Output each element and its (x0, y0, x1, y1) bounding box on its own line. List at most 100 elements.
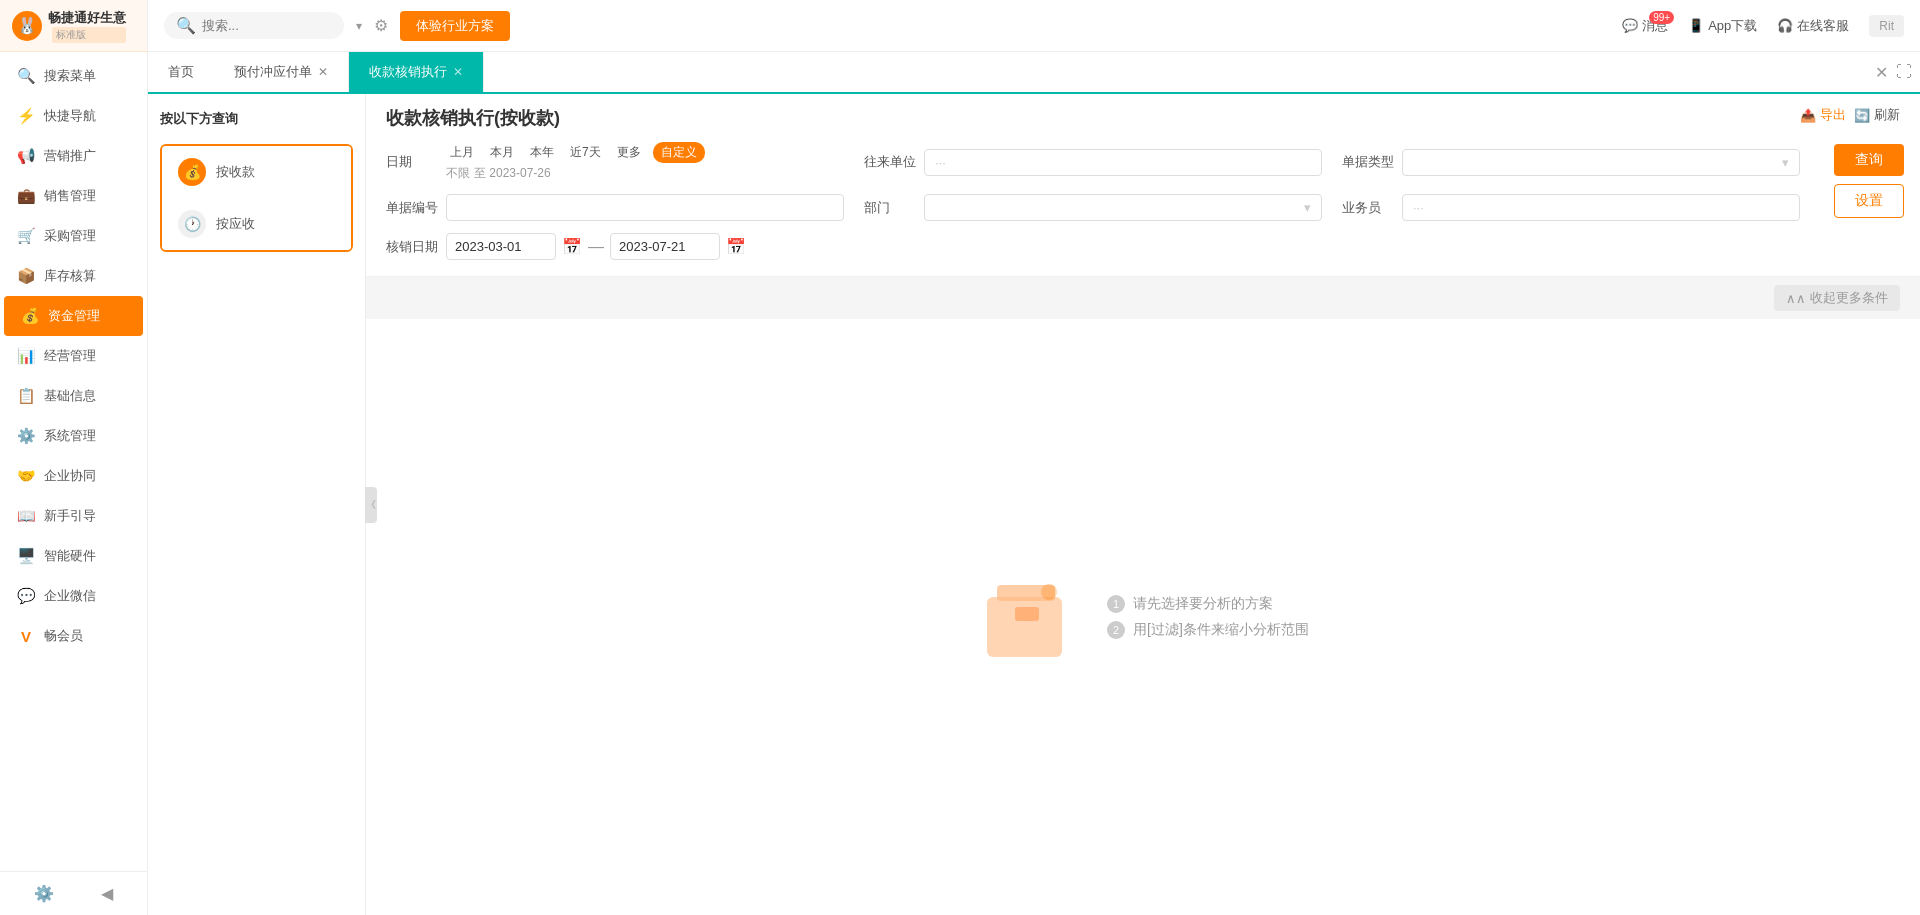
sidebar-item-shortcuts[interactable]: ⚡ 快捷导航 (0, 96, 147, 136)
empty-state: 1 请先选择要分析的方案 2 用[过滤]条件来缩小分析范围 (366, 319, 1920, 915)
app-label: App下载 (1708, 17, 1757, 35)
topbar-search-area[interactable]: 🔍 (164, 12, 344, 39)
member-icon: V (16, 626, 36, 646)
date-7days[interactable]: 近7天 (566, 142, 605, 163)
query-option-by-receivable[interactable]: 🕐 按应收 (162, 198, 351, 250)
sidebar-item-wechat[interactable]: 💬 企业微信 (0, 576, 147, 616)
online-service-button[interactable]: 🎧 在线客服 (1777, 17, 1849, 35)
topbar-chevron-icon[interactable]: ▾ (356, 19, 362, 33)
tab-prepay-label: 预付冲应付单 (234, 63, 312, 81)
calendar-from-icon[interactable]: 📅 (562, 237, 582, 256)
svg-rect-0 (987, 597, 1062, 657)
sidebar-item-search[interactable]: 🔍 搜索菜单 (0, 56, 147, 96)
date-this-year[interactable]: 本年 (526, 142, 558, 163)
right-action-col: 查询 设置 (1834, 144, 1904, 218)
sidebar-item-hardware-label: 智能硬件 (44, 547, 96, 565)
filter-docno-cell: 单据编号 (386, 194, 844, 221)
doctype-select[interactable]: ▾ (1402, 149, 1800, 176)
app-icon: 📱 (1688, 18, 1704, 33)
date-options: 上月 本月 本年 近7天 更多 自定义 (446, 142, 844, 163)
operations-icon: 📊 (16, 346, 36, 366)
filter-date-cell: 日期 上月 本月 本年 近7天 更多 自定义 不限 (386, 142, 844, 182)
sidebar-item-guide[interactable]: 📖 新手引导 (0, 496, 147, 536)
filter-dept-cell: 部门 ▾ (864, 194, 1322, 221)
sidebar-item-basics[interactable]: 📋 基础信息 (0, 376, 147, 416)
export-button[interactable]: 📤 导出 (1800, 106, 1846, 124)
tab-receivable[interactable]: 收款核销执行 ✕ (349, 52, 484, 92)
right-content: 收款核销执行(按收款) 📤 导出 🔄 刷新 日 (366, 94, 1920, 915)
logo-badge: 标准版 (52, 27, 126, 43)
sidebar-item-marketing-label: 营销推广 (44, 147, 96, 165)
filter-doctype-cell: 单据类型 ▾ (1342, 142, 1800, 182)
date-this-month[interactable]: 本月 (486, 142, 518, 163)
sidebar-item-finance-label: 资金管理 (48, 307, 100, 325)
empty-hint-2: 2 用[过滤]条件来缩小分析范围 (1107, 621, 1309, 639)
tab-home-label: 首页 (168, 63, 194, 81)
sidebar-item-inventory-label: 库存核算 (44, 267, 96, 285)
verify-date-to-input[interactable] (610, 233, 720, 260)
tab-home[interactable]: 首页 (148, 52, 214, 92)
search-icon: 🔍 (16, 66, 36, 86)
collapse-more-button[interactable]: ∧∧ 收起更多条件 (1774, 285, 1900, 311)
dept-select[interactable]: ▾ (924, 194, 1322, 221)
verify-date-range: 📅 — 📅 (446, 233, 844, 260)
date-custom[interactable]: 自定义 (653, 142, 705, 163)
date-no-limit: 不限 (446, 165, 470, 182)
tab-close-all-icon[interactable]: ✕ (1875, 63, 1888, 82)
marketing-icon: 📢 (16, 146, 36, 166)
solution-button[interactable]: 体验行业方案 (400, 11, 510, 41)
sidebar-item-operations[interactable]: 📊 经营管理 (0, 336, 147, 376)
verify-date-from-input[interactable] (446, 233, 556, 260)
main-area: 🔍 ▾ ⚙ 体验行业方案 💬 消息 99+ 📱 App下载 🎧 在线客服 Rit (148, 0, 1920, 915)
tabbar: 首页 预付冲应付单 ✕ 收款核销执行 ✕ ✕ ⛶ (148, 52, 1920, 94)
tab-prepay[interactable]: 预付冲应付单 ✕ (214, 52, 349, 92)
panel-collapse-button[interactable]: 《 (365, 487, 377, 523)
collapse-bar: ∧∧ 收起更多条件 (366, 277, 1920, 319)
setting-button[interactable]: 设置 (1834, 184, 1904, 218)
collapse-sidebar-icon[interactable]: ◀ (101, 884, 113, 903)
sidebar-item-member[interactable]: V 畅会员 (0, 616, 147, 656)
search-input[interactable] (202, 18, 332, 33)
page-content: 按以下方查询 💰 按收款 🕐 按应收 《 收款核销执行(按收款) (148, 94, 1920, 915)
message-button[interactable]: 💬 消息 99+ (1622, 17, 1668, 35)
user-label: Rit (1879, 19, 1894, 33)
tab-expand-icon[interactable]: ⛶ (1896, 63, 1912, 81)
sidebar-item-operations-label: 经营管理 (44, 347, 96, 365)
sidebar-item-purchase[interactable]: 🛒 采购管理 (0, 216, 147, 256)
sidebar-item-hardware[interactable]: 🖥️ 智能硬件 (0, 536, 147, 576)
tab-prepay-close-icon[interactable]: ✕ (318, 65, 328, 79)
docno-input[interactable] (446, 194, 844, 221)
date-more[interactable]: 更多 (613, 142, 645, 163)
query-button[interactable]: 查询 (1834, 144, 1904, 176)
filter-employee-cell: 业务员 ··· (1342, 194, 1800, 221)
message-icon: 💬 (1622, 18, 1638, 33)
query-option-by-receipt[interactable]: 💰 按收款 (162, 146, 351, 198)
tab-receivable-close-icon[interactable]: ✕ (453, 65, 463, 79)
date-label: 日期 (386, 153, 438, 171)
filter-verify-date-cell: 核销日期 📅 — 📅 (386, 233, 844, 260)
counterparty-select[interactable]: ··· (924, 149, 1322, 176)
app-download-button[interactable]: 📱 App下载 (1688, 17, 1757, 35)
date-last-month[interactable]: 上月 (446, 142, 478, 163)
refresh-button[interactable]: 🔄 刷新 (1854, 106, 1900, 124)
basics-icon: 📋 (16, 386, 36, 406)
sidebar-item-collab[interactable]: 🤝 企业协同 (0, 456, 147, 496)
settings-icon[interactable]: ⚙️ (34, 884, 54, 903)
topbar-gear-icon[interactable]: ⚙ (374, 16, 388, 35)
service-label: 在线客服 (1797, 17, 1849, 35)
sidebar-item-basics-label: 基础信息 (44, 387, 96, 405)
sidebar-item-collab-label: 企业协同 (44, 467, 96, 485)
sidebar-item-inventory[interactable]: 📦 库存核算 (0, 256, 147, 296)
sidebar: 🐰 畅捷通好生意 标准版 🔍 搜索菜单 ⚡ 快捷导航 📢 营销推广 💼 销售管理… (0, 0, 148, 915)
employee-select[interactable]: ··· (1402, 194, 1800, 221)
calendar-to-icon[interactable]: 📅 (726, 237, 746, 256)
hardware-icon: 🖥️ (16, 546, 36, 566)
collab-icon: 🤝 (16, 466, 36, 486)
sidebar-item-marketing[interactable]: 📢 营销推广 (0, 136, 147, 176)
sidebar-item-system[interactable]: ⚙️ 系统管理 (0, 416, 147, 456)
doctype-chevron: ▾ (1782, 155, 1789, 170)
sidebar-item-sales[interactable]: 💼 销售管理 (0, 176, 147, 216)
sidebar-item-finance[interactable]: 💰 资金管理 (4, 296, 143, 336)
logo-name: 畅捷通好生意 (48, 9, 126, 27)
user-area[interactable]: Rit (1869, 15, 1904, 37)
